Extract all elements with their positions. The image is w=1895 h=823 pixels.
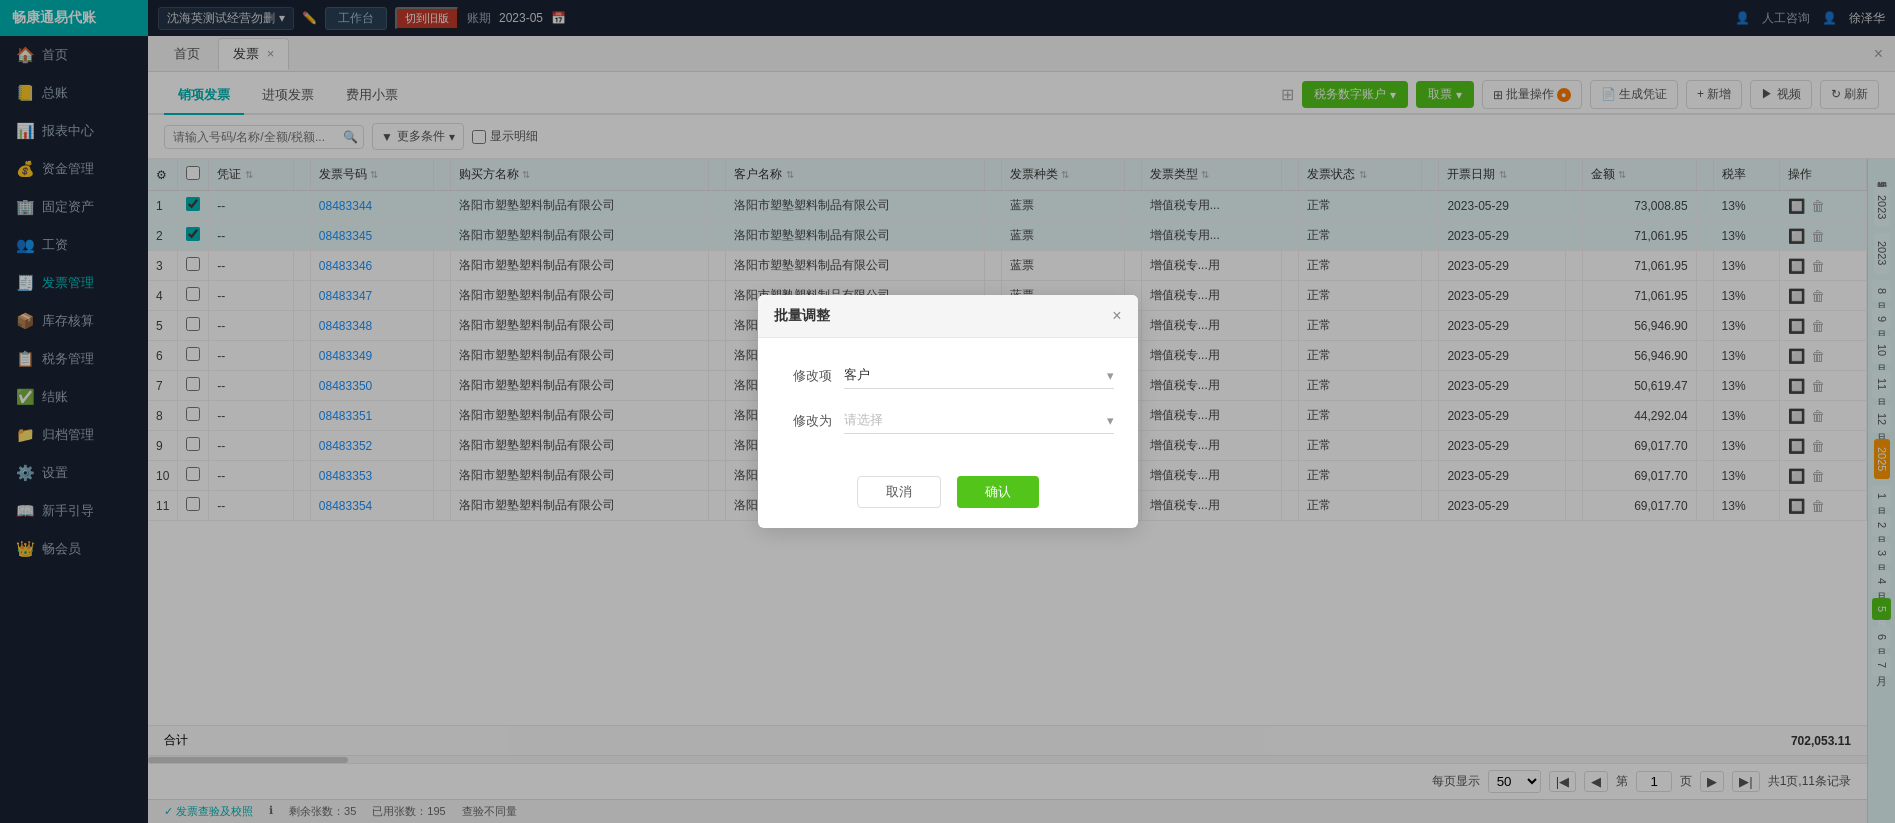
dialog-overlay: 批量调整 × 修改项 客户 ▾ 修改为 请选择 ▾ 取消 确认 (0, 0, 1895, 823)
dialog-title: 批量调整 (774, 307, 830, 325)
change-chevron-down-icon: ▾ (1107, 413, 1114, 428)
dialog-change-select[interactable]: 请选择 ▾ (844, 407, 1114, 434)
dialog-confirm-button[interactable]: 确认 (957, 476, 1039, 508)
dialog-cancel-button[interactable]: 取消 (857, 476, 941, 508)
dialog-change-row: 修改为 请选择 ▾ (782, 407, 1114, 434)
dialog-change-placeholder: 请选择 (844, 411, 883, 429)
dialog-header: 批量调整 × (758, 295, 1138, 338)
dialog-close-button[interactable]: × (1112, 307, 1121, 325)
dialog-field-select[interactable]: 客户 ▾ (844, 362, 1114, 389)
dialog-footer: 取消 确认 (758, 468, 1138, 528)
dialog-field-row: 修改项 客户 ▾ (782, 362, 1114, 389)
dialog-body: 修改项 客户 ▾ 修改为 请选择 ▾ (758, 338, 1138, 468)
dialog-change-label: 修改为 (782, 412, 832, 430)
field-chevron-down-icon: ▾ (1107, 368, 1114, 383)
dialog-field-value: 客户 (844, 366, 870, 384)
dialog-field-label: 修改项 (782, 367, 832, 385)
batch-adjust-dialog: 批量调整 × 修改项 客户 ▾ 修改为 请选择 ▾ 取消 确认 (758, 295, 1138, 528)
